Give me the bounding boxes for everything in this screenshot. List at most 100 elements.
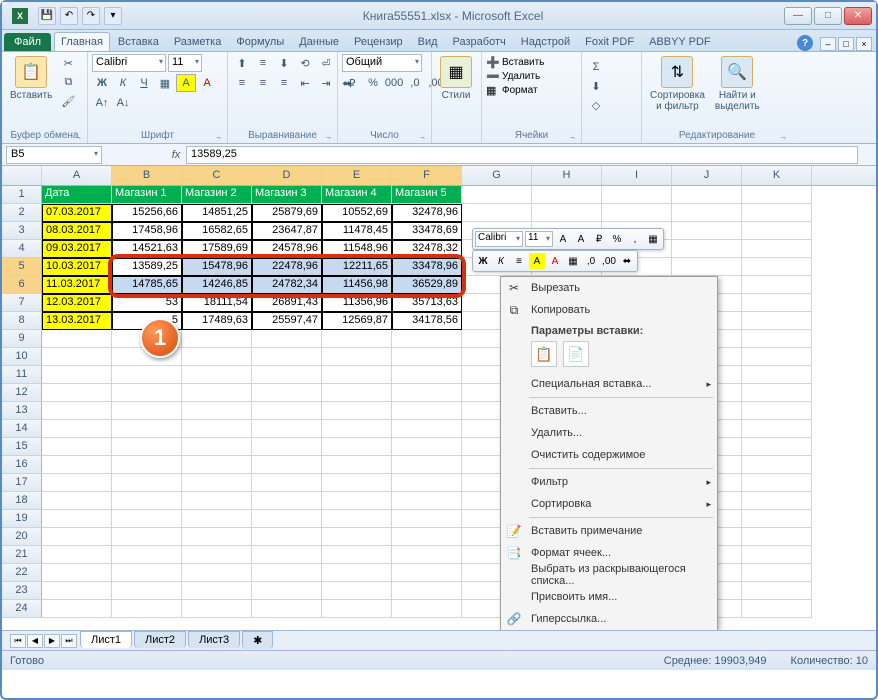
- empty-cell[interactable]: [322, 582, 392, 600]
- row-header[interactable]: 7: [2, 294, 42, 312]
- header-cell[interactable]: Дата: [42, 186, 112, 204]
- col-header[interactable]: D: [252, 166, 322, 185]
- empty-cell[interactable]: [182, 564, 252, 582]
- empty-cell[interactable]: [742, 258, 812, 276]
- empty-cell[interactable]: [322, 366, 392, 384]
- data-cell[interactable]: 15256,66: [112, 204, 182, 222]
- empty-cell[interactable]: [322, 564, 392, 582]
- empty-cell[interactable]: [532, 204, 602, 222]
- tab-foxit[interactable]: Foxit PDF: [578, 32, 641, 51]
- ctx-sort[interactable]: Сортировка: [501, 493, 717, 515]
- empty-cell[interactable]: [252, 492, 322, 510]
- autosum-icon[interactable]: Σ: [586, 58, 606, 76]
- empty-cell[interactable]: [742, 492, 812, 510]
- empty-cell[interactable]: [182, 438, 252, 456]
- empty-cell[interactable]: [112, 546, 182, 564]
- empty-cell[interactable]: [742, 348, 812, 366]
- empty-cell[interactable]: [252, 438, 322, 456]
- row-header[interactable]: 20: [2, 528, 42, 546]
- find-select-button[interactable]: 🔍 Найти и выделить: [711, 54, 764, 114]
- empty-cell[interactable]: [182, 456, 252, 474]
- tab-review[interactable]: Рецензир: [347, 32, 410, 51]
- col-header[interactable]: K: [742, 166, 812, 185]
- mini-align-icon[interactable]: ≡: [511, 253, 527, 269]
- file-tab[interactable]: Файл: [4, 33, 51, 51]
- underline-button[interactable]: Ч: [134, 74, 154, 92]
- col-header[interactable]: F: [392, 166, 462, 185]
- sheet-nav-prev[interactable]: ◀: [27, 634, 43, 648]
- sheet-nav-next[interactable]: ▶: [44, 634, 60, 648]
- date-cell[interactable]: 12.03.2017: [42, 294, 112, 312]
- data-cell[interactable]: 11548,96: [322, 240, 392, 258]
- delete-cells-icon[interactable]: ➖: [486, 70, 500, 83]
- mini-inc-dec-icon[interactable]: ,0: [583, 253, 599, 269]
- empty-cell[interactable]: [112, 402, 182, 420]
- indent-dec-icon[interactable]: ⇤: [295, 74, 315, 92]
- date-cell[interactable]: 09.03.2017: [42, 240, 112, 258]
- empty-cell[interactable]: [252, 456, 322, 474]
- data-cell[interactable]: 11456,98: [322, 276, 392, 294]
- empty-cell[interactable]: [392, 348, 462, 366]
- empty-cell[interactable]: [672, 186, 742, 204]
- border-button[interactable]: ▦: [155, 74, 175, 92]
- clear-icon[interactable]: ◇: [586, 96, 606, 114]
- col-header[interactable]: A: [42, 166, 112, 185]
- empty-cell[interactable]: [42, 474, 112, 492]
- empty-cell[interactable]: [182, 384, 252, 402]
- row-header[interactable]: 14: [2, 420, 42, 438]
- empty-cell[interactable]: [742, 438, 812, 456]
- empty-cell[interactable]: [42, 528, 112, 546]
- tab-data[interactable]: Данные: [292, 32, 346, 51]
- data-cell[interactable]: 12569,87: [322, 312, 392, 330]
- align-middle-icon[interactable]: ≡: [253, 54, 273, 72]
- ctx-name[interactable]: Присвоить имя...: [501, 586, 717, 608]
- empty-cell[interactable]: [392, 492, 462, 510]
- mini-comma-icon[interactable]: ,: [627, 231, 643, 247]
- header-cell[interactable]: Магазин 3: [252, 186, 322, 204]
- data-cell[interactable]: 34178,56: [392, 312, 462, 330]
- mini-currency-icon[interactable]: ₽: [591, 231, 607, 247]
- empty-cell[interactable]: [742, 330, 812, 348]
- format-cells-label[interactable]: Формат: [502, 85, 538, 96]
- font-name-combo[interactable]: Calibri: [92, 54, 166, 72]
- row-header[interactable]: 19: [2, 510, 42, 528]
- data-cell[interactable]: 24578,96: [252, 240, 322, 258]
- empty-cell[interactable]: [252, 546, 322, 564]
- empty-cell[interactable]: [252, 384, 322, 402]
- empty-cell[interactable]: [742, 420, 812, 438]
- ctx-copy[interactable]: ⧉Копировать: [501, 299, 717, 321]
- empty-cell[interactable]: [42, 330, 112, 348]
- empty-cell[interactable]: [112, 384, 182, 402]
- data-cell[interactable]: 14521,63: [112, 240, 182, 258]
- empty-cell[interactable]: [112, 492, 182, 510]
- ctx-hyperlink[interactable]: 🔗Гиперссылка...: [501, 608, 717, 630]
- sheet-nav-last[interactable]: ⏭: [61, 634, 77, 648]
- empty-cell[interactable]: [742, 600, 812, 618]
- percent-icon[interactable]: %: [363, 74, 383, 92]
- data-cell[interactable]: 32478,96: [392, 204, 462, 222]
- empty-cell[interactable]: [182, 582, 252, 600]
- col-header[interactable]: E: [322, 166, 392, 185]
- empty-cell[interactable]: [252, 348, 322, 366]
- grow-font-icon[interactable]: A↑: [92, 94, 112, 112]
- styles-button[interactable]: ▦ Стили: [436, 54, 476, 103]
- empty-cell[interactable]: [602, 204, 672, 222]
- data-cell[interactable]: 13589,25: [112, 258, 182, 276]
- empty-cell[interactable]: [392, 402, 462, 420]
- empty-cell[interactable]: [182, 366, 252, 384]
- empty-cell[interactable]: [742, 312, 812, 330]
- data-cell[interactable]: 26891,43: [252, 294, 322, 312]
- paste-option-2-icon[interactable]: 📄: [563, 341, 589, 367]
- data-cell[interactable]: 12211,65: [322, 258, 392, 276]
- col-header[interactable]: I: [602, 166, 672, 185]
- empty-cell[interactable]: [182, 474, 252, 492]
- minimize-button[interactable]: —: [784, 7, 812, 25]
- empty-cell[interactable]: [392, 366, 462, 384]
- align-bottom-icon[interactable]: ⬇: [274, 54, 294, 72]
- row-header[interactable]: 17: [2, 474, 42, 492]
- empty-cell[interactable]: [742, 510, 812, 528]
- empty-cell[interactable]: [392, 438, 462, 456]
- date-cell[interactable]: 07.03.2017: [42, 204, 112, 222]
- mini-percent-icon[interactable]: %: [609, 231, 625, 247]
- mdi-minimize[interactable]: –: [820, 37, 836, 51]
